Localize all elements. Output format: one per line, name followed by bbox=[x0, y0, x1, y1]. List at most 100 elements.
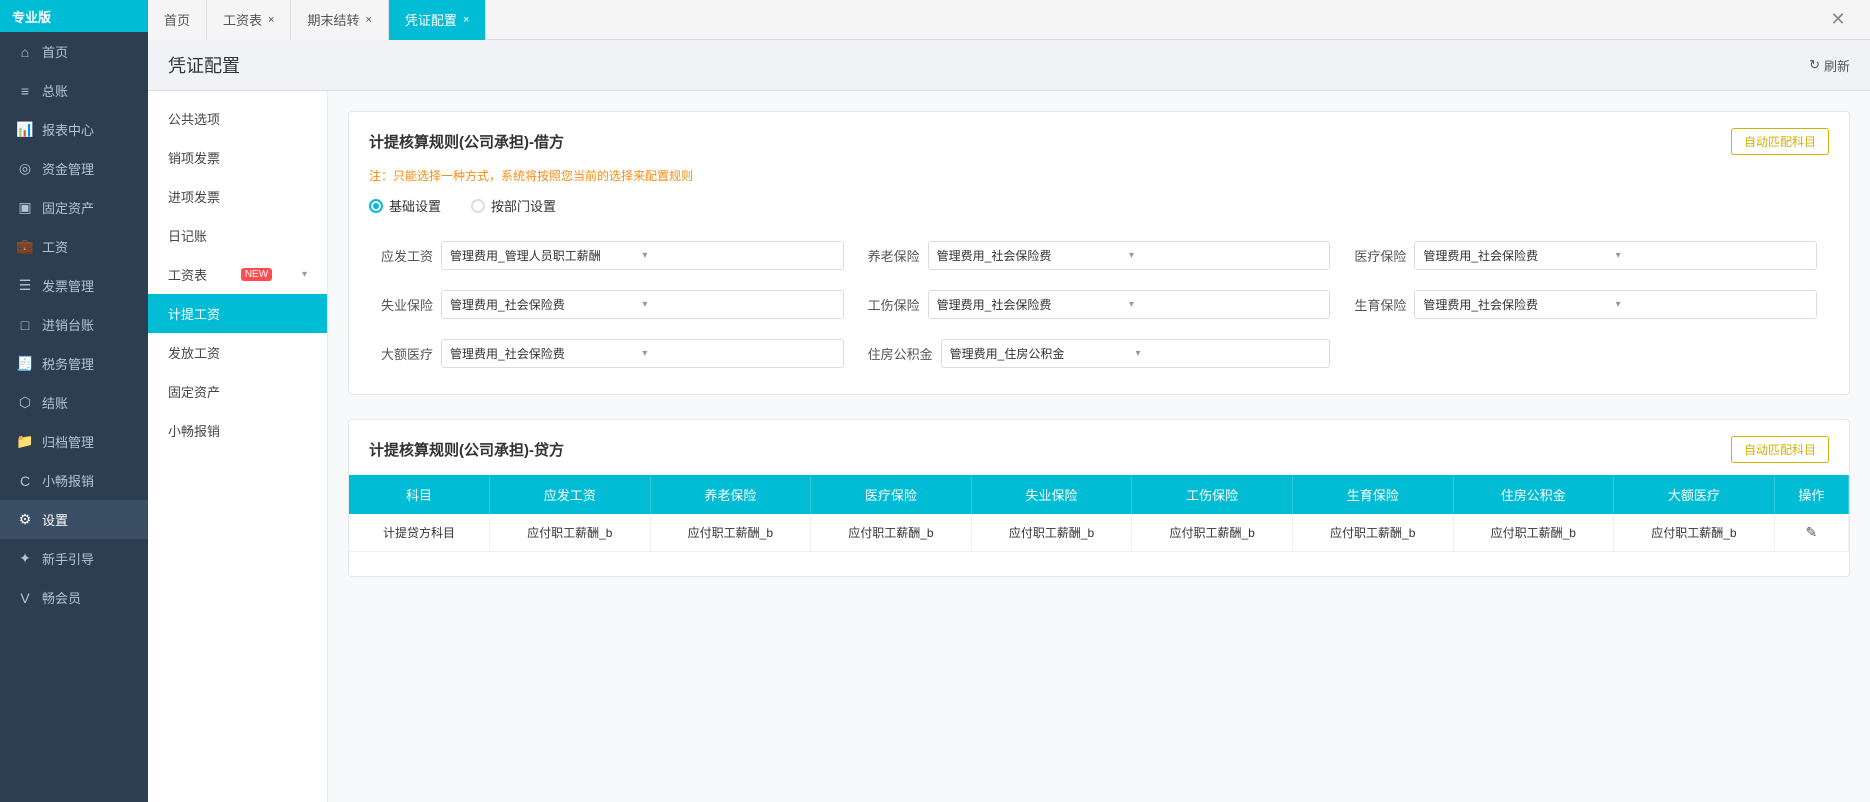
close-main-button[interactable]: ✕ bbox=[1822, 4, 1854, 36]
sidebar-item-label: 首页 bbox=[42, 42, 68, 61]
sidebar-item-archive[interactable]: 📁 归档管理 bbox=[0, 422, 148, 461]
guide-icon: ✦ bbox=[16, 550, 34, 567]
form-item-deyyl: 大额医疗 管理费用_社会保险费 ▾ bbox=[369, 329, 856, 378]
period-icon: ⬡ bbox=[16, 394, 34, 411]
sidebar-item-label: 新手引导 bbox=[42, 549, 94, 568]
form-item-sybx2: 生育保险 管理费用_社会保险费 ▾ bbox=[1342, 280, 1829, 329]
sub-nav: 公共选项 销项发票 进项发票 日记账 工资表 NEW ▾ 计提工资 发放工资 bbox=[148, 91, 328, 802]
sub-nav-payroll-table[interactable]: 工资表 NEW ▾ bbox=[148, 255, 327, 294]
archive-icon: 📁 bbox=[16, 433, 34, 450]
expense-icon: C bbox=[16, 473, 34, 489]
radio-basic-circle bbox=[369, 199, 383, 213]
form-item-ylbx2: 医疗保险 管理费用_社会保险费 ▾ bbox=[1342, 231, 1829, 280]
sidebar-item-salary[interactable]: 💼 工资 bbox=[0, 227, 148, 266]
form-label-sybx2: 生育保险 bbox=[1354, 295, 1406, 314]
form-select-sybx[interactable]: 管理费用_社会保险费 ▾ bbox=[441, 290, 844, 319]
tax-icon: 🧾 bbox=[16, 355, 34, 372]
form-select-zfgjj[interactable]: 管理费用_住房公积金 ▾ bbox=[941, 339, 1331, 368]
sidebar-item-new-guide[interactable]: ✦ 新手引导 bbox=[0, 539, 148, 578]
sidebar-items: ⌂ 首页 ≡ 总账 📊 报表中心 ◎ 资金管理 ▣ 固定资产 💼 工资 ☰ 发票… bbox=[0, 32, 148, 617]
section2-header: 计提核算规则(公司承担)-贷方 自动匹配科目 bbox=[349, 420, 1849, 475]
sub-nav-xiaochang-expense[interactable]: 小畅报销 bbox=[148, 411, 327, 450]
form-select-yfgz[interactable]: 管理费用_管理人员职工薪酬 ▾ bbox=[441, 241, 844, 270]
td-zfgjj: 应付职工薪酬_b bbox=[1453, 514, 1614, 552]
td-sybx: 应付职工薪酬_b bbox=[971, 514, 1132, 552]
sidebar-item-label: 税务管理 bbox=[42, 354, 94, 373]
sidebar-item-member[interactable]: V 畅会员 bbox=[0, 578, 148, 617]
th-yfgz: 应发工资 bbox=[489, 475, 650, 514]
radio-basic-setting[interactable]: 基础设置 bbox=[369, 196, 441, 215]
tab-period-end[interactable]: 期末结转 × bbox=[291, 0, 388, 40]
sidebar-item-fund-management[interactable]: ◎ 资金管理 bbox=[0, 149, 148, 188]
new-badge: NEW bbox=[241, 268, 272, 281]
content-wrapper: 公共选项 销项发票 进项发票 日记账 工资表 NEW ▾ 计提工资 发放工资 bbox=[148, 91, 1870, 802]
tab-payroll[interactable]: 工资表 × bbox=[207, 0, 291, 40]
sidebar-item-fixed-assets[interactable]: ▣ 固定资产 bbox=[0, 188, 148, 227]
sub-nav-journal[interactable]: 日记账 bbox=[148, 216, 327, 255]
sidebar-item-report-center[interactable]: 📊 报表中心 bbox=[0, 110, 148, 149]
sidebar-item-home[interactable]: ⌂ 首页 bbox=[0, 32, 148, 71]
section-debit: 计提核算规则(公司承担)-借方 自动匹配科目 注：只能选择一种方式，系统将按照您… bbox=[348, 111, 1850, 395]
td-sybx2: 应付职工薪酬_b bbox=[1292, 514, 1453, 552]
sidebar-item-label: 归档管理 bbox=[42, 432, 94, 451]
chevron-icon: ▾ bbox=[1136, 348, 1322, 359]
form-label-ylbx: 养老保险 bbox=[868, 246, 920, 265]
form-label-gsbx: 工伤保险 bbox=[868, 295, 920, 314]
main-area: 首页 工资表 × 期末结转 × 凭证配置 × ✕ 凭证配置 ↻ 刷新 公共选项 bbox=[148, 0, 1870, 802]
form-item-gsbx: 工伤保险 管理费用_社会保险费 ▾ bbox=[856, 280, 1343, 329]
sidebar-item-label: 固定资产 bbox=[42, 198, 94, 217]
edit-icon[interactable]: ✎ bbox=[1805, 524, 1817, 540]
td-action[interactable]: ✎ bbox=[1774, 514, 1848, 552]
sidebar-item-settings[interactable]: ⚙ 设置 bbox=[0, 500, 148, 539]
tab-home[interactable]: 首页 bbox=[148, 0, 207, 40]
section1-header: 计提核算规则(公司承担)-借方 自动匹配科目 bbox=[349, 112, 1849, 167]
sidebar: 专业版 ⌂ 首页 ≡ 总账 📊 报表中心 ◎ 资金管理 ▣ 固定资产 💼 工资 … bbox=[0, 0, 148, 802]
tab-voucher-config-close[interactable]: × bbox=[463, 14, 469, 26]
section1-notice: 注：只能选择一种方式，系统将按照您当前的选择来配置规则 bbox=[349, 167, 1849, 196]
form-label-yfgz: 应发工资 bbox=[381, 246, 433, 265]
sub-nav-fixed-assets[interactable]: 固定资产 bbox=[148, 372, 327, 411]
form-select-deyyl[interactable]: 管理费用_社会保险费 ▾ bbox=[441, 339, 844, 368]
form-select-sybx2[interactable]: 管理费用_社会保险费 ▾ bbox=[1414, 290, 1817, 319]
home-icon: ⌂ bbox=[16, 44, 34, 60]
sidebar-item-general-ledger[interactable]: ≡ 总账 bbox=[0, 71, 148, 110]
credit-table: 科目 应发工资 养老保险 医疗保险 失业保险 工伤保险 生育保险 住房公积金 大… bbox=[349, 475, 1849, 552]
sub-nav-purchase-invoice[interactable]: 进项发票 bbox=[148, 177, 327, 216]
sidebar-item-label: 发票管理 bbox=[42, 276, 94, 295]
tab-home-label: 首页 bbox=[164, 10, 190, 29]
sidebar-item-tax-management[interactable]: 🧾 税务管理 bbox=[0, 344, 148, 383]
form-select-ylbx2[interactable]: 管理费用_社会保险费 ▾ bbox=[1414, 241, 1817, 270]
th-sybx2: 生育保险 bbox=[1292, 475, 1453, 514]
sidebar-item-purchase-sales[interactable]: □ 进销台账 bbox=[0, 305, 148, 344]
form-label-ylbx2: 医疗保险 bbox=[1354, 246, 1406, 265]
auto-match-credit-button[interactable]: 自动匹配科目 bbox=[1731, 436, 1829, 463]
salary-icon: 💼 bbox=[16, 238, 34, 255]
tab-payroll-label: 工资表 bbox=[223, 10, 262, 29]
chevron-down-icon: ▾ bbox=[302, 269, 307, 280]
sub-nav-pay-salary[interactable]: 发放工资 bbox=[148, 333, 327, 372]
sidebar-item-period-end[interactable]: ⬡ 结账 bbox=[0, 383, 148, 422]
tab-payroll-close[interactable]: × bbox=[268, 14, 274, 26]
refresh-button[interactable]: ↻ 刷新 bbox=[1809, 56, 1850, 75]
member-icon: V bbox=[16, 590, 34, 606]
form-label-zfgjj: 住房公积金 bbox=[868, 344, 933, 363]
tab-period-end-close[interactable]: × bbox=[365, 14, 371, 26]
form-item-ylbx: 养老保险 管理费用_社会保险费 ▾ bbox=[856, 231, 1343, 280]
auto-match-debit-button[interactable]: 自动匹配科目 bbox=[1731, 128, 1829, 155]
chevron-icon: ▾ bbox=[642, 299, 834, 310]
refresh-icon: ↻ bbox=[1809, 57, 1820, 73]
radio-dept-setting[interactable]: 按部门设置 bbox=[471, 196, 556, 215]
sidebar-item-label: 总账 bbox=[42, 81, 68, 100]
td-yfgz: 应付职工薪酬_b bbox=[489, 514, 650, 552]
form-select-ylbx[interactable]: 管理费用_社会保险费 ▾ bbox=[928, 241, 1331, 270]
sub-nav-sales-invoice[interactable]: 销项发票 bbox=[148, 138, 327, 177]
sidebar-item-xiaochang-expense[interactable]: C 小畅报销 bbox=[0, 461, 148, 500]
td-gsbx: 应付职工薪酬_b bbox=[1132, 514, 1293, 552]
top-nav-right: ✕ bbox=[1822, 4, 1870, 36]
sub-nav-calc-salary[interactable]: 计提工资 bbox=[148, 294, 327, 333]
sidebar-item-invoice-management[interactable]: ☰ 发票管理 bbox=[0, 266, 148, 305]
form-select-gsbx[interactable]: 管理费用_社会保险费 ▾ bbox=[928, 290, 1331, 319]
sub-nav-public-options[interactable]: 公共选项 bbox=[148, 99, 327, 138]
chevron-icon: ▾ bbox=[1616, 250, 1808, 261]
tab-voucher-config[interactable]: 凭证配置 × bbox=[389, 0, 486, 40]
